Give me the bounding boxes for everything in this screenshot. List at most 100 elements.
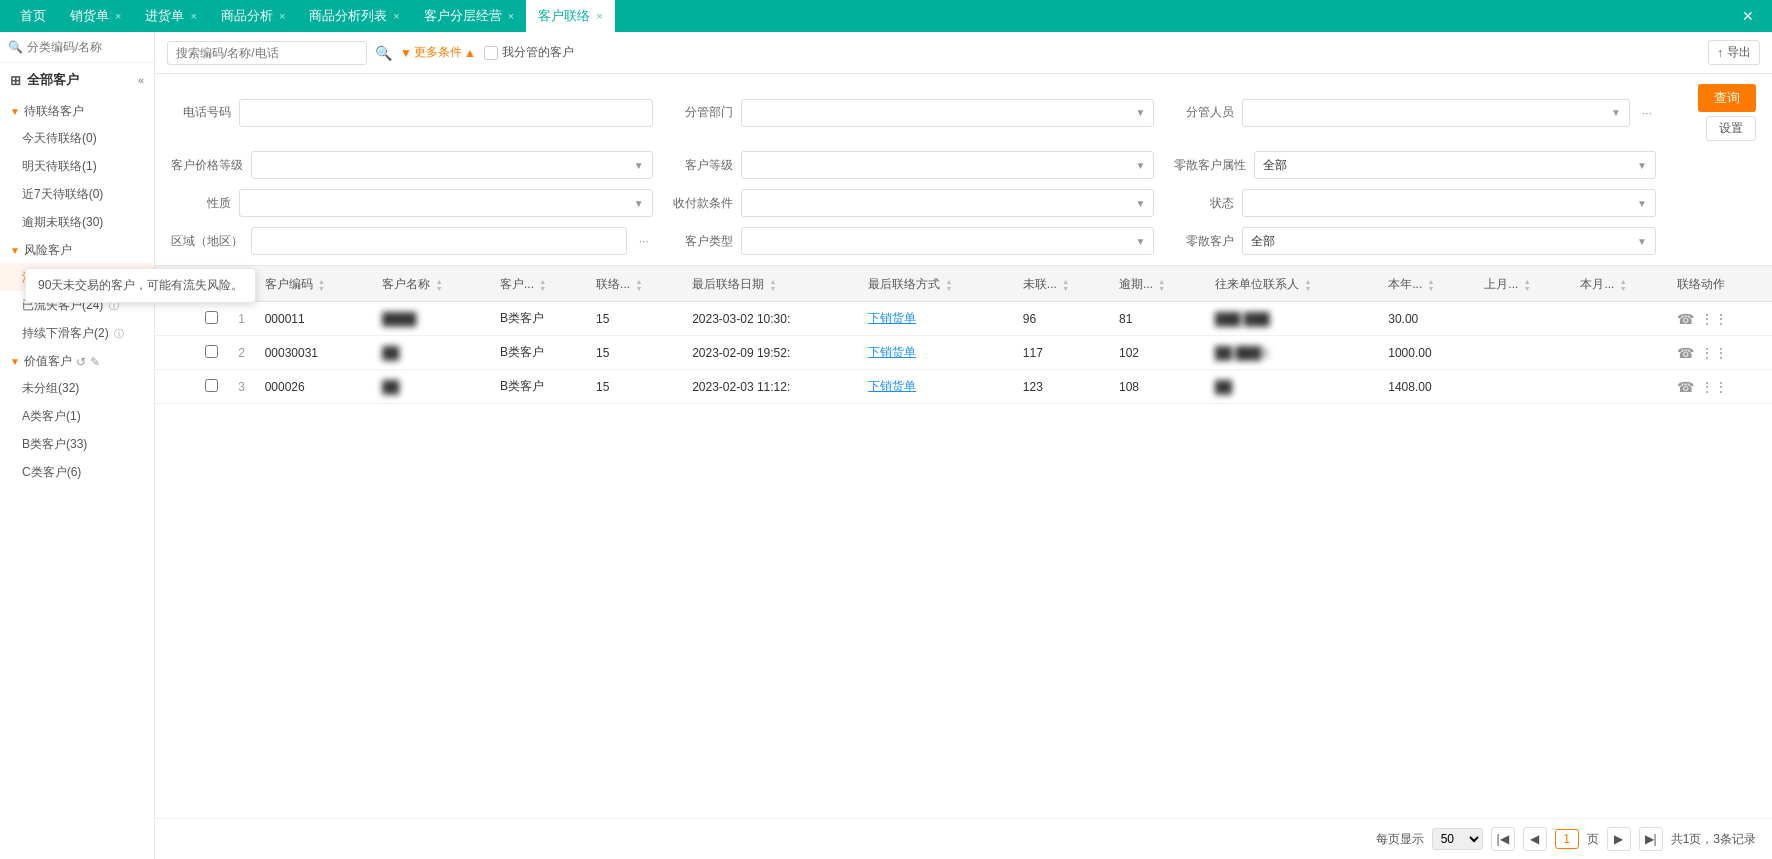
last-page-button[interactable]: ▶| [1639,827,1663,851]
my-customers-checkbox-box[interactable] [484,46,498,60]
sidebar-item-class-a[interactable]: A类客户(1) [0,402,154,430]
close-window-button[interactable]: ✕ [1732,0,1764,32]
filter-payment-select[interactable]: ▼ [741,189,1155,217]
sort-last-contact-method-icon[interactable]: ▲▼ [946,278,953,292]
tab-goods-analysis-list-close[interactable]: × [393,10,399,22]
tab-purchase[interactable]: 进货单 × [133,0,208,32]
export-button[interactable]: ↑ 导出 [1708,40,1760,65]
filter-nature-select[interactable]: ▼ [239,189,653,217]
sidebar-item-today-contact[interactable]: 今天待联络(0) [0,124,154,152]
filter-payment: 收付款条件 ▼ [673,189,1155,217]
sidebar-item-week-contact[interactable]: 近7天待联络(0) [0,180,154,208]
sort-type-icon[interactable]: ▲▼ [539,278,546,292]
row3-more-icon[interactable]: ⋮⋮ [1700,379,1728,395]
sidebar-item-class-b[interactable]: B类客户(33) [0,430,154,458]
tab-home[interactable]: 首页 [8,0,58,32]
sidebar-item-overdue-contact[interactable]: 逾期未联络(30) [0,208,154,236]
sort-previous-contacts-icon[interactable]: ▲▼ [1304,278,1311,292]
sidebar-item-tomorrow-contact[interactable]: 明天待联络(1) [0,152,154,180]
search-input[interactable] [167,41,367,65]
row3-contact-icon[interactable]: ☎ [1677,379,1694,395]
filter-cust-type-select[interactable]: ▼ [741,227,1155,255]
advanced-filters: 电话号码 分管部门 ▼ 分管人员 ▼ ··· [155,74,1772,266]
row3-action-icons: ☎ ⋮⋮ [1677,379,1764,395]
row3-last-contact-date: 2023-02-03 11:12: [684,370,860,404]
sort-overdue-icon[interactable]: ▲▼ [1158,278,1165,292]
refresh-icon-value[interactable]: ↺ [76,355,86,369]
row2-more-icon[interactable]: ⋮⋮ [1700,345,1728,361]
sort-uncontacted-icon[interactable]: ▲▼ [1062,278,1069,292]
tab-sales-close[interactable]: × [115,10,121,22]
section-label-value: 价值客户 [24,353,72,370]
tab-goods-analysis-close[interactable]: × [279,10,285,22]
row3-select-checkbox[interactable] [205,379,218,392]
tab-customer-tier[interactable]: 客户分层经营 × [412,0,526,32]
person-more-button[interactable]: ··· [1638,106,1656,120]
filter-customer-level: 客户等级 ▼ [673,151,1155,179]
sort-code-icon[interactable]: ▲▼ [318,278,325,292]
row2-last-contact-method[interactable]: 下销货单 [860,336,1015,370]
row1-last-contact-method[interactable]: 下销货单 [860,302,1015,336]
filter-retail-attr-select[interactable]: 全部 ▼ [1254,151,1656,179]
next-page-button[interactable]: ▶ [1607,827,1631,851]
filter-status-select[interactable]: ▼ [1242,189,1656,217]
row1-select-checkbox[interactable] [205,311,218,324]
sidebar-section-value[interactable]: ▼ 价值客户 ↺ ✎ [0,347,154,374]
sort-this-month-icon[interactable]: ▲▼ [1620,278,1627,292]
sort-current-year-icon[interactable]: ▲▼ [1428,278,1435,292]
sort-contacts-icon[interactable]: ▲▼ [635,278,642,292]
filter-price-tier: 客户价格等级 ▼ [171,151,653,179]
tab-customer-contact-close[interactable]: × [596,10,602,22]
filter-retail-attr: 零散客户属性 全部 ▼ [1174,151,1656,179]
row3-last-contact-method[interactable]: 下销货单 [860,370,1015,404]
sort-name-icon[interactable]: ▲▼ [436,278,443,292]
tab-customer-tier-close[interactable]: × [508,10,514,22]
search-button[interactable]: 🔍 [375,45,392,61]
per-page-select[interactable]: 50 100 200 [1432,828,1483,850]
th-last-contact-date: 最后联络日期 ▲▼ [684,268,860,302]
row1-current-year: 30.00 [1380,302,1476,336]
tab-sales[interactable]: 销货单 × [58,0,133,32]
query-button[interactable]: 查询 [1698,84,1756,112]
filter-cust-type: 客户类型 ▼ [673,227,1155,255]
row2-contact-icon[interactable]: ☎ [1677,345,1694,361]
row3-name: ██ [374,370,492,404]
filter-customer-level-select[interactable]: ▼ [741,151,1155,179]
pagination: 每页显示 50 100 200 |◀ ◀ 1 页 ▶ ▶| 共1页，3条记录 [155,818,1772,859]
filter-person-select[interactable]: ▼ [1242,99,1630,127]
sidebar-section-risk[interactable]: ▼ 风险客户 [0,236,154,263]
sidebar-all-customers[interactable]: ⊞ 全部客户 « [0,63,154,97]
filter-region-select[interactable] [251,227,627,255]
edit-icon-value[interactable]: ✎ [90,355,100,369]
row1-more-icon[interactable]: ⋮⋮ [1700,311,1728,327]
filter-settings-button[interactable]: 设置 [1706,116,1756,141]
row1-code: 000011 [257,302,375,336]
row1-contact-icon[interactable]: ☎ [1677,311,1694,327]
sidebar-item-unsegmented[interactable]: 未分组(32) [0,374,154,402]
filter-phone-input[interactable] [239,99,653,127]
first-page-button[interactable]: |◀ [1491,827,1515,851]
table-area: ⚙ 客户编码 ▲▼ 客户名称 [155,268,1772,859]
sidebar-search-input[interactable] [27,40,155,54]
price-tier-arrow-icon: ▼ [634,160,644,171]
sort-last-contact-date-icon[interactable]: ▲▼ [770,278,777,292]
sort-last-month-icon[interactable]: ▲▼ [1524,278,1531,292]
th-current-year: 本年... ▲▼ [1380,268,1476,302]
more-conditions-button[interactable]: ▼ 更多条件 ▲ [400,44,476,61]
tab-goods-analysis[interactable]: 商品分析 × [209,0,297,32]
tab-customer-contact[interactable]: 客户联络 × [526,0,614,32]
sidebar-item-declining[interactable]: 持续下滑客户(2) ⓘ [0,319,154,347]
tab-purchase-close[interactable]: × [190,10,196,22]
filter-retail-cust-select[interactable]: 全部 ▼ [1242,227,1656,255]
filter-nature: 性质 ▼ [171,189,653,217]
search-bar: 🔍 ▼ 更多条件 ▲ 我分管的客户 ↑ 导出 [155,32,1772,74]
row2-select-checkbox[interactable] [205,345,218,358]
sidebar-section-pending[interactable]: ▼ 待联络客户 [0,97,154,124]
region-more-button[interactable]: ··· [635,234,653,248]
filter-price-tier-select[interactable]: ▼ [251,151,653,179]
my-customers-checkbox[interactable]: 我分管的客户 [484,44,574,61]
sidebar-item-class-c[interactable]: C类客户(6) [0,458,154,486]
filter-dept-select[interactable]: ▼ [741,99,1155,127]
tab-goods-analysis-list[interactable]: 商品分析列表 × [297,0,411,32]
prev-page-button[interactable]: ◀ [1523,827,1547,851]
